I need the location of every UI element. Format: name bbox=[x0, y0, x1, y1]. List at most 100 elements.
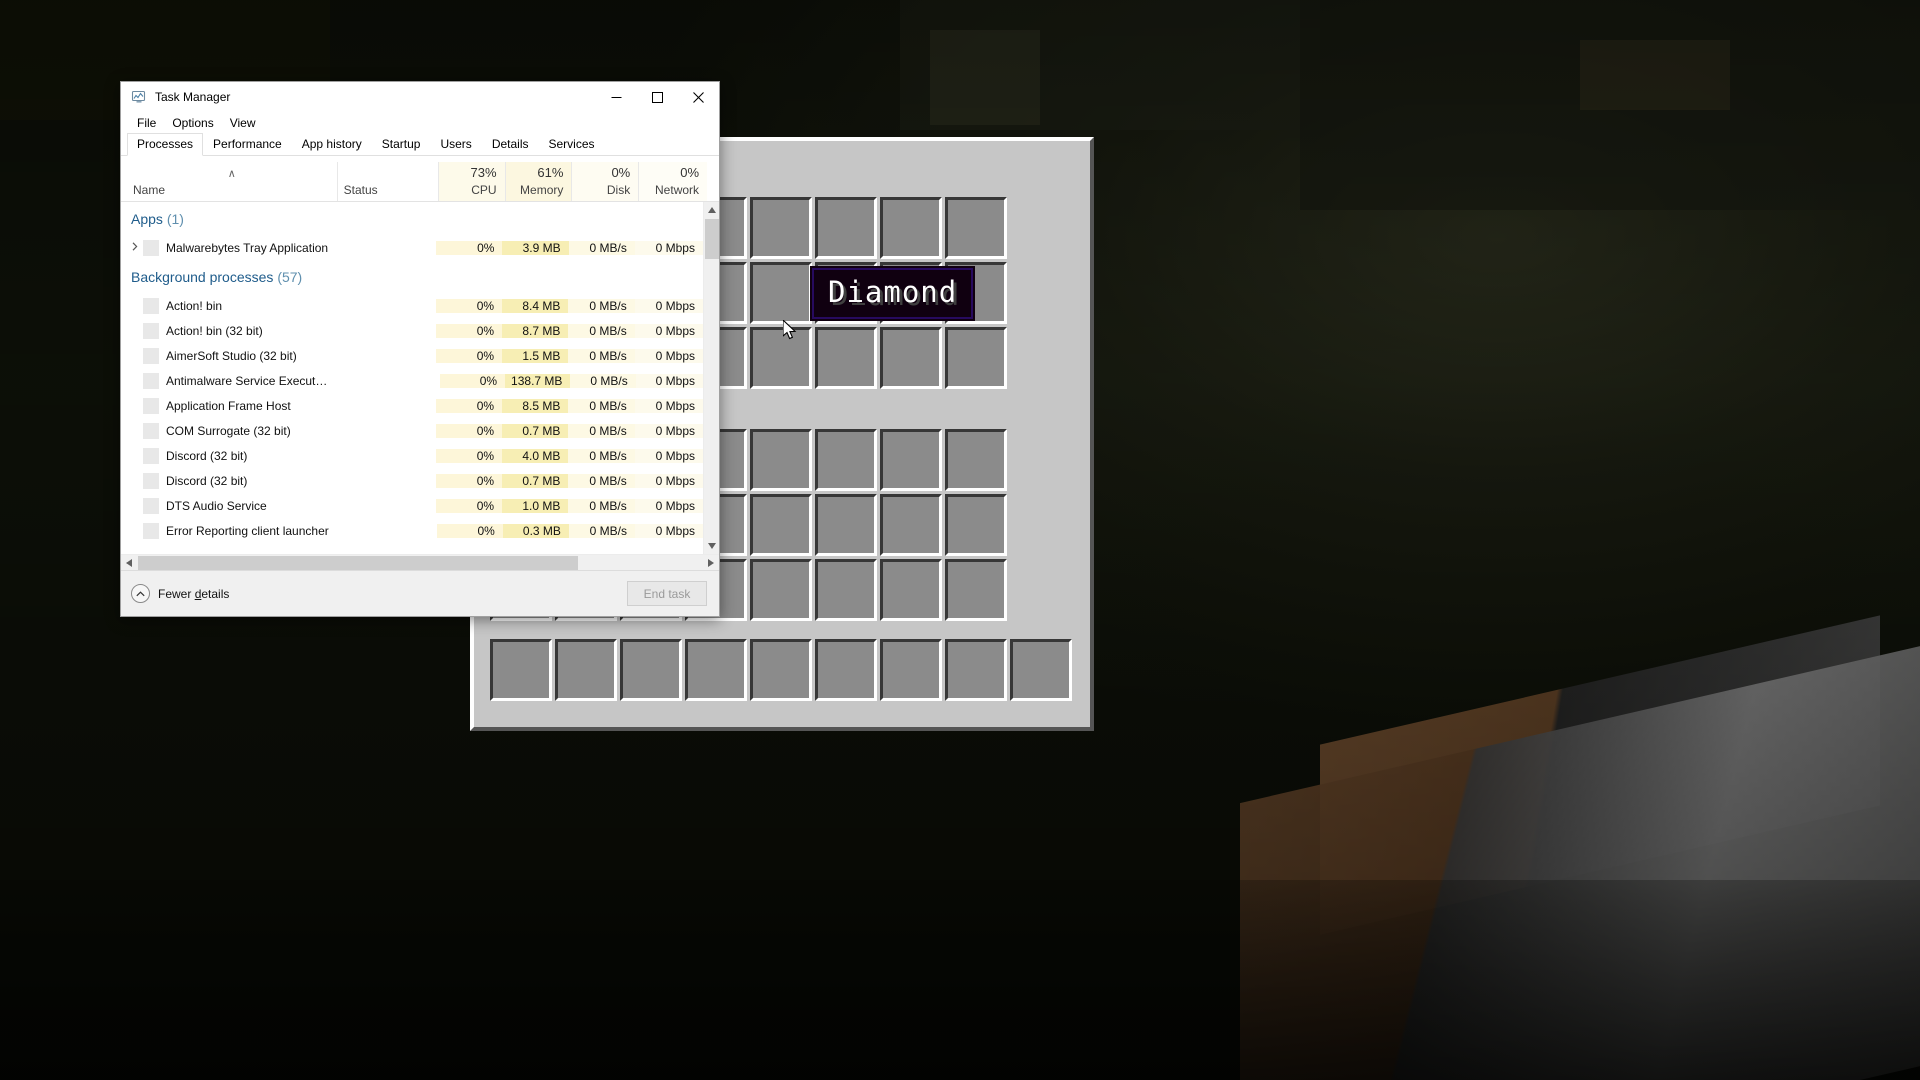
inventory-slot[interactable] bbox=[945, 494, 1007, 556]
hotbar-slot[interactable] bbox=[685, 639, 747, 701]
tab-services[interactable]: Services bbox=[539, 133, 605, 155]
inventory-slot[interactable] bbox=[880, 197, 942, 259]
table-row[interactable]: COM Surrogate (32 bit) 0% 0.7 MB 0 MB/s 0 Mb… bbox=[121, 418, 703, 443]
inventory-slot[interactable] bbox=[750, 197, 812, 259]
cpu-usage-percent: 73% bbox=[470, 165, 497, 180]
process-network-cell: 0 Mbps bbox=[634, 348, 703, 363]
inventory-slot[interactable] bbox=[880, 494, 942, 556]
column-header-disk[interactable]: 0% Disk bbox=[571, 162, 639, 201]
inventory-slot[interactable] bbox=[750, 429, 812, 491]
scroll-up-arrow[interactable] bbox=[704, 202, 719, 218]
process-name-cell: Application Frame Host bbox=[127, 397, 335, 414]
inventory-slot[interactable] bbox=[945, 429, 1007, 491]
process-network-cell: 0 Mbps bbox=[634, 423, 703, 438]
process-name-cell: Antimalware Service Executable bbox=[127, 372, 341, 389]
menu-item-file[interactable]: File bbox=[129, 114, 164, 132]
process-network-cell: 0 Mbps bbox=[634, 498, 703, 513]
table-row[interactable]: Discord (32 bit) 0% 0.7 MB 0 MB/s 0 Mbps bbox=[121, 468, 703, 493]
window-controls bbox=[596, 82, 719, 112]
inventory-slot[interactable] bbox=[750, 559, 812, 621]
tab-startup[interactable]: Startup bbox=[372, 133, 431, 155]
hotbar-slot[interactable] bbox=[1010, 639, 1072, 701]
chevron-up-icon bbox=[131, 584, 150, 603]
column-header-disk-label: Disk bbox=[606, 183, 631, 197]
process-cpu-cell: 0% bbox=[435, 448, 503, 463]
scroll-right-arrow[interactable] bbox=[703, 555, 719, 571]
inventory-slot[interactable] bbox=[750, 327, 812, 389]
horizontal-scrollbar[interactable] bbox=[121, 554, 719, 570]
hotbar-slot[interactable] bbox=[945, 639, 1007, 701]
sort-ascending-icon: ∧ bbox=[227, 168, 236, 180]
hotbar-slot[interactable] bbox=[620, 639, 682, 701]
inventory-slot[interactable] bbox=[945, 559, 1007, 621]
column-header-status[interactable]: Status bbox=[336, 162, 438, 201]
inventory-slot[interactable] bbox=[815, 197, 877, 259]
minimize-button[interactable] bbox=[596, 82, 637, 112]
table-row[interactable]: Application Frame Host 0% 8.5 MB 0 MB/s 0 Mb… bbox=[121, 393, 703, 418]
tab-processes[interactable]: Processes bbox=[127, 133, 204, 156]
title-bar[interactable]: Task Manager bbox=[121, 82, 719, 112]
process-cpu-cell: 0% bbox=[435, 398, 503, 413]
process-cpu-cell: 0% bbox=[435, 348, 503, 363]
hotbar-slot[interactable] bbox=[750, 639, 812, 701]
hotbar-slot[interactable] bbox=[815, 639, 877, 701]
scroll-left-arrow[interactable] bbox=[121, 555, 137, 571]
tab-details[interactable]: Details bbox=[482, 133, 539, 155]
expand-chevron-icon[interactable] bbox=[127, 242, 143, 253]
tab-users[interactable]: Users bbox=[430, 133, 481, 155]
process-network-cell: 0 Mbps bbox=[634, 298, 703, 313]
table-row[interactable]: Discord (32 bit) 0% 4.0 MB 0 MB/s 0 Mbps bbox=[121, 443, 703, 468]
close-button[interactable] bbox=[678, 82, 719, 112]
inventory-slot[interactable] bbox=[815, 429, 877, 491]
process-disk-cell: 0 MB/s bbox=[568, 523, 635, 538]
inventory-slot[interactable] bbox=[815, 327, 877, 389]
end-task-button[interactable]: End task bbox=[627, 581, 707, 606]
hotbar-slot[interactable] bbox=[555, 639, 617, 701]
inventory-slot[interactable] bbox=[880, 327, 942, 389]
menu-item-view[interactable]: View bbox=[222, 114, 264, 132]
vertical-scroll-thumb[interactable] bbox=[705, 219, 719, 259]
process-cpu-cell: 0% bbox=[435, 473, 503, 488]
inventory-slot[interactable] bbox=[945, 327, 1007, 389]
column-header-name[interactable]: ∧ Name bbox=[127, 162, 337, 201]
inventory-slot[interactable] bbox=[815, 494, 877, 556]
process-icon bbox=[143, 239, 159, 256]
inventory-slot[interactable] bbox=[880, 559, 942, 621]
table-row[interactable]: Malwarebytes Tray Application 0% 3.9 MB 0 M… bbox=[121, 235, 703, 260]
table-row[interactable]: AimerSoft Studio (32 bit) 0% 1.5 MB 0 MB/s 0… bbox=[121, 343, 703, 368]
menu-item-options[interactable]: Options bbox=[164, 114, 221, 132]
process-disk-cell: 0 MB/s bbox=[568, 240, 635, 255]
table-row[interactable]: Action! bin 0% 8.4 MB 0 MB/s 0 Mbps bbox=[121, 293, 703, 318]
inventory-slot[interactable] bbox=[750, 494, 812, 556]
column-header-memory[interactable]: 61% Memory bbox=[504, 162, 572, 201]
horizontal-scroll-thumb[interactable] bbox=[138, 556, 578, 570]
table-row[interactable]: Error Reporting client launcher 0% 0.3 MB 0… bbox=[121, 518, 703, 543]
table-row[interactable]: Action! bin (32 bit) 0% 8.7 MB 0 MB/s 0 Mbps bbox=[121, 318, 703, 343]
column-header-network[interactable]: 0% Network bbox=[638, 162, 708, 201]
process-name-label: Error Reporting client launcher bbox=[166, 523, 329, 538]
table-row[interactable]: Antimalware Service Executable 0% 138.7 MB… bbox=[121, 368, 703, 393]
scroll-down-arrow[interactable] bbox=[704, 538, 719, 554]
inventory-slot[interactable] bbox=[750, 262, 812, 324]
process-memory-cell: 138.7 MB bbox=[505, 373, 571, 388]
column-header-cpu[interactable]: 73% CPU bbox=[437, 162, 505, 201]
hotbar-slot[interactable] bbox=[490, 639, 552, 701]
tab-app-history[interactable]: App history bbox=[292, 133, 372, 155]
inventory-slot[interactable] bbox=[945, 197, 1007, 259]
process-icon bbox=[143, 322, 159, 339]
process-memory-cell: 3.9 MB bbox=[502, 240, 569, 255]
maximize-button[interactable] bbox=[637, 82, 678, 112]
process-memory-cell: 8.7 MB bbox=[502, 323, 569, 338]
tab-performance[interactable]: Performance bbox=[203, 133, 292, 155]
process-memory-cell: 1.5 MB bbox=[502, 348, 569, 363]
task-manager-window: Task Manager File Options View Processes… bbox=[120, 81, 720, 617]
process-name-label: Discord (32 bit) bbox=[166, 448, 248, 463]
table-row[interactable]: DTS Audio Service 0% 1.0 MB 0 MB/s 0 Mbps bbox=[121, 493, 703, 518]
hotbar-slot[interactable] bbox=[880, 639, 942, 701]
inventory-slot[interactable] bbox=[880, 429, 942, 491]
inventory-slot[interactable] bbox=[815, 559, 877, 621]
process-disk-cell: 0 MB/s bbox=[568, 498, 635, 513]
fewer-details-button[interactable]: Fewer details bbox=[131, 584, 229, 603]
vertical-scrollbar[interactable] bbox=[703, 202, 719, 554]
process-name-cell: AimerSoft Studio (32 bit) bbox=[127, 347, 335, 364]
